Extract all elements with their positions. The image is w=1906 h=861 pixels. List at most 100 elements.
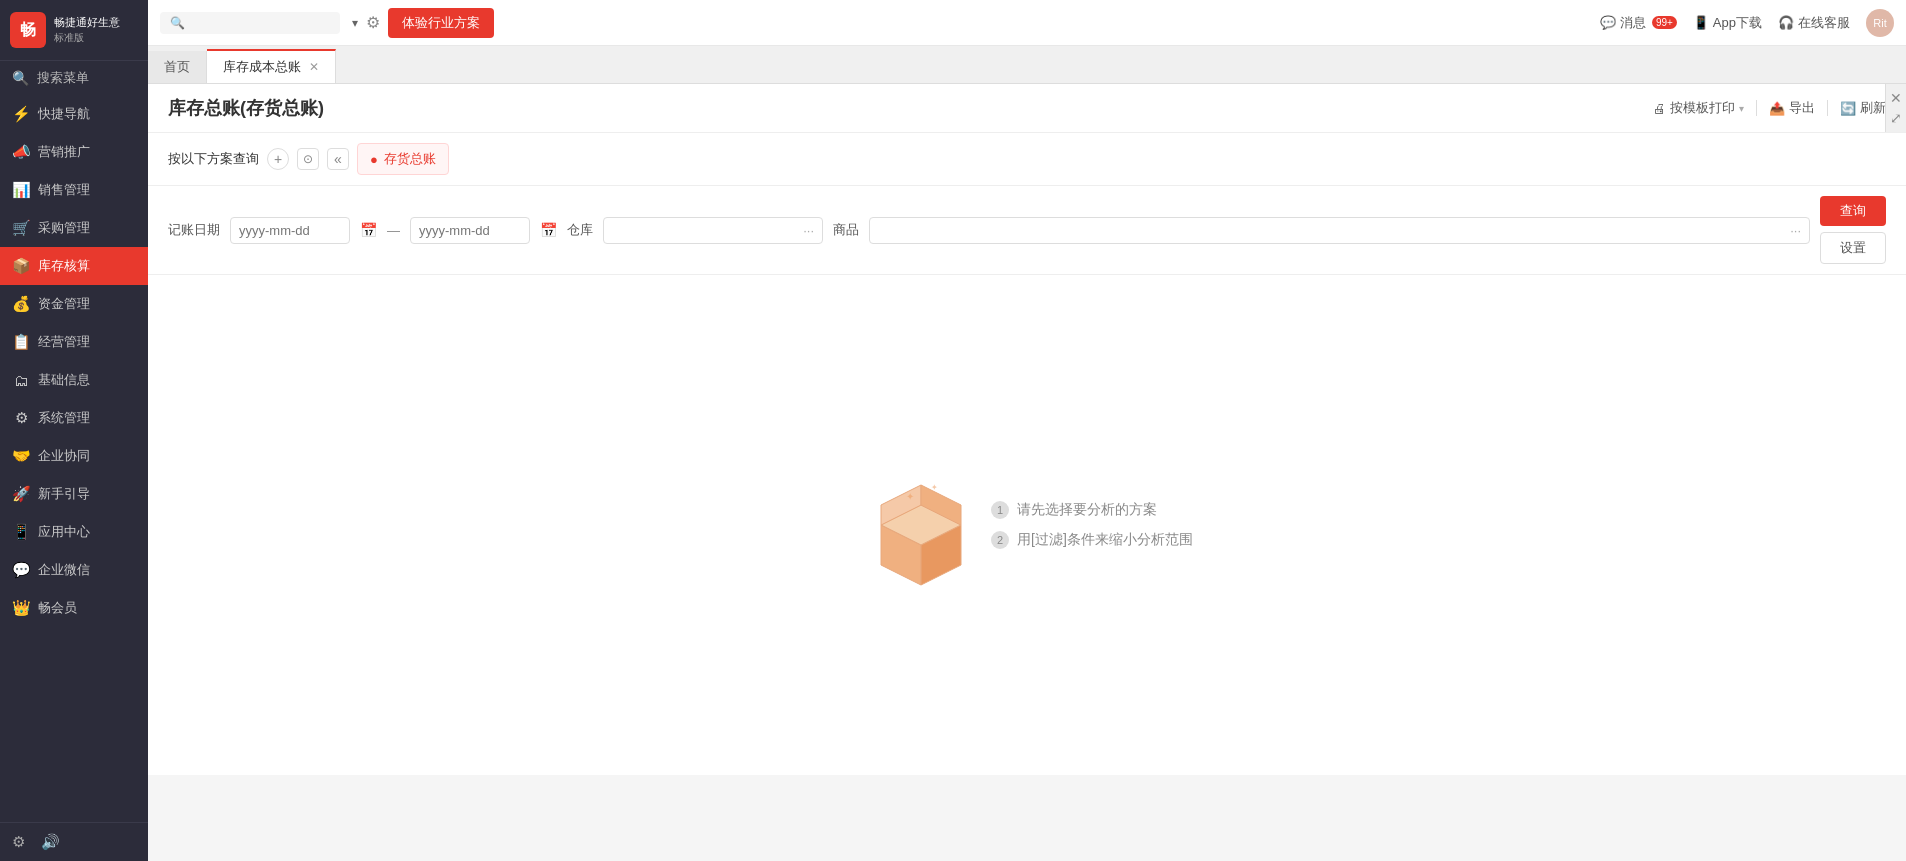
sidebar-item-system[interactable]: ⚙ 系统管理 bbox=[0, 399, 148, 437]
search-fields-row: 记账日期 📅 — 📅 仓库 ··· 商品 ··· 查询 设置 bbox=[148, 186, 1906, 275]
sidebar-item-label: 系统管理 bbox=[38, 409, 90, 427]
sidebar-item-label: 企业微信 bbox=[38, 561, 90, 579]
filter-add-button[interactable]: + bbox=[267, 148, 289, 170]
message-icon: 💬 bbox=[1600, 15, 1616, 30]
sidebar-search[interactable]: 🔍 搜索菜单 bbox=[0, 61, 148, 95]
warehouse-label: 仓库 bbox=[567, 221, 593, 239]
export-button[interactable]: 📤 导出 bbox=[1769, 99, 1815, 117]
sidebar-item-label: 资金管理 bbox=[38, 295, 90, 313]
search-icon: 🔍 bbox=[12, 70, 29, 86]
print-dropdown-icon[interactable]: ▾ bbox=[1739, 103, 1744, 114]
sidebar-item-quick-nav[interactable]: ⚡ 快捷导航 bbox=[0, 95, 148, 133]
hint-num-2: 2 bbox=[991, 531, 1009, 549]
topbar-online-service[interactable]: 🎧 在线客服 bbox=[1778, 14, 1850, 32]
topbar-dropdown-icon[interactable]: ▾ bbox=[352, 16, 358, 30]
sidebar: 畅 畅捷通好生意 标准版 🔍 搜索菜单 ⚡ 快捷导航 📣 营销推广 📊 销售管理… bbox=[0, 0, 148, 861]
search-fields-actions: 查询 设置 bbox=[1820, 196, 1886, 264]
calendar-end-icon[interactable]: 📅 bbox=[540, 222, 557, 238]
empty-state-inner: ✦ ✦ 1 请先选择要分析的方案 bbox=[861, 475, 1193, 575]
app-icon: 📱 bbox=[1693, 15, 1709, 30]
tab-inventory-cost[interactable]: 库存成本总账 ✕ bbox=[207, 49, 336, 83]
filter-collapse-button[interactable]: « bbox=[327, 148, 349, 170]
search-button[interactable]: 查询 bbox=[1820, 196, 1886, 226]
product-select[interactable]: ··· bbox=[869, 217, 1810, 244]
topbar-gear-icon[interactable]: ⚙ bbox=[366, 13, 380, 32]
warehouse-more-icon[interactable]: ··· bbox=[803, 223, 814, 238]
service-icon: 🎧 bbox=[1778, 15, 1794, 30]
sidebar-item-purchase[interactable]: 🛒 采购管理 bbox=[0, 209, 148, 247]
calendar-start-icon[interactable]: 📅 bbox=[360, 222, 377, 238]
page-header: 库存总账(存货总账) 🖨 按模板打印 ▾ 📤 导出 🔄 bbox=[148, 84, 1906, 133]
wechat-icon: 💬 bbox=[12, 561, 30, 579]
sidebar-item-basic[interactable]: 🗂 基础信息 bbox=[0, 361, 148, 399]
panel-close-bar[interactable]: ✕ ⤢ bbox=[1885, 84, 1906, 132]
sidebar-item-label: 企业协同 bbox=[38, 447, 90, 465]
date-end-input[interactable] bbox=[410, 217, 530, 244]
warehouse-select[interactable]: ··· bbox=[603, 217, 823, 244]
sidebar-item-label: 销售管理 bbox=[38, 181, 90, 199]
tab-home[interactable]: 首页 bbox=[148, 51, 207, 83]
settings-bottom-icon[interactable]: ⚙ bbox=[12, 833, 25, 851]
sidebar-item-apps[interactable]: 📱 应用中心 bbox=[0, 513, 148, 551]
topbar-right: 💬 消息 99+ 📱 App下载 🎧 在线客服 Rit bbox=[1600, 9, 1894, 37]
refresh-label: 刷新 bbox=[1860, 99, 1886, 117]
print-button[interactable]: 🖨 按模板打印 ▾ bbox=[1653, 99, 1744, 117]
messages-label: 消息 bbox=[1620, 14, 1646, 32]
sidebar-item-member[interactable]: 👑 畅会员 bbox=[0, 589, 148, 627]
speaker-icon[interactable]: 🔊 bbox=[41, 833, 60, 851]
empty-hints: 1 请先选择要分析的方案 2 用[过滤]条件来缩小分析范围 bbox=[991, 501, 1193, 549]
export-icon: 📤 bbox=[1769, 101, 1785, 116]
date-separator: — bbox=[387, 223, 400, 238]
scheme-item[interactable]: ● 存货总账 bbox=[357, 143, 449, 175]
topbar: 🔍 ▾ ⚙ 体验行业方案 💬 消息 99+ 📱 App下载 🎧 在线客服 Rit bbox=[148, 0, 1906, 46]
finance-icon: 💰 bbox=[12, 295, 30, 313]
trial-btn[interactable]: 体验行业方案 bbox=[388, 8, 494, 38]
quick-nav-icon: ⚡ bbox=[12, 105, 30, 123]
sidebar-bottom: ⚙ 🔊 bbox=[0, 822, 148, 861]
sidebar-item-label: 营销推广 bbox=[38, 143, 90, 161]
sidebar-item-label: 采购管理 bbox=[38, 219, 90, 237]
sidebar-item-cooperation[interactable]: 🤝 企业协同 bbox=[0, 437, 148, 475]
product-more-icon[interactable]: ··· bbox=[1790, 223, 1801, 238]
sidebar-item-inventory[interactable]: 📦 库存核算 bbox=[0, 247, 148, 285]
refresh-icon: 🔄 bbox=[1840, 101, 1856, 116]
hint-text-2: 用[过滤]条件来缩小分析范围 bbox=[1017, 531, 1193, 549]
date-start-input[interactable] bbox=[230, 217, 350, 244]
settings-button[interactable]: 设置 bbox=[1820, 232, 1886, 264]
logo-icon: 畅 bbox=[10, 12, 46, 48]
sidebar-item-sales[interactable]: 📊 销售管理 bbox=[0, 171, 148, 209]
sidebar-item-label: 经营管理 bbox=[38, 333, 90, 351]
empty-state: ✦ ✦ 1 请先选择要分析的方案 bbox=[148, 275, 1906, 775]
filter-label: 按以下方案查询 bbox=[168, 150, 259, 168]
empty-box-illustration: ✦ ✦ bbox=[861, 475, 961, 575]
tab-close-icon[interactable]: ✕ bbox=[309, 60, 319, 74]
topbar-app-download[interactable]: 📱 App下载 bbox=[1693, 14, 1762, 32]
sidebar-item-finance[interactable]: 💰 资金管理 bbox=[0, 285, 148, 323]
hint-text-1: 请先选择要分析的方案 bbox=[1017, 501, 1157, 519]
export-label: 导出 bbox=[1789, 99, 1815, 117]
member-icon: 👑 bbox=[12, 599, 30, 617]
topbar-user[interactable]: Rit bbox=[1866, 9, 1894, 37]
refresh-button[interactable]: 🔄 刷新 bbox=[1840, 99, 1886, 117]
divider-2 bbox=[1827, 100, 1828, 116]
sidebar-item-label: 应用中心 bbox=[38, 523, 90, 541]
logo-text-block: 畅捷通好生意 标准版 bbox=[54, 15, 120, 44]
filter-row: 按以下方案查询 + ⊙ « ● 存货总账 bbox=[148, 133, 1906, 186]
empty-hint-2: 2 用[过滤]条件来缩小分析范围 bbox=[991, 531, 1193, 549]
empty-hint-1: 1 请先选择要分析的方案 bbox=[991, 501, 1193, 519]
close-panel-icon[interactable]: ✕ bbox=[1890, 90, 1902, 106]
app-logo: 畅 畅捷通好生意 标准版 bbox=[0, 0, 148, 61]
topbar-messages[interactable]: 💬 消息 99+ bbox=[1600, 14, 1677, 32]
page-panel: 库存总账(存货总账) 🖨 按模板打印 ▾ 📤 导出 🔄 bbox=[148, 84, 1906, 775]
sidebar-item-marketing[interactable]: 📣 营销推广 bbox=[0, 133, 148, 171]
sidebar-item-wechat[interactable]: 💬 企业微信 bbox=[0, 551, 148, 589]
divider-1 bbox=[1756, 100, 1757, 116]
filter-scheme-button[interactable]: ⊙ bbox=[297, 148, 319, 170]
sidebar-item-guide[interactable]: 🚀 新手引导 bbox=[0, 475, 148, 513]
topbar-search-area[interactable]: 🔍 bbox=[160, 12, 340, 34]
expand-panel-icon[interactable]: ⤢ bbox=[1890, 110, 1902, 126]
cooperation-icon: 🤝 bbox=[12, 447, 30, 465]
sidebar-item-business[interactable]: 📋 经营管理 bbox=[0, 323, 148, 361]
tab-inventory-cost-label: 库存成本总账 bbox=[223, 58, 301, 76]
hint-num-1: 1 bbox=[991, 501, 1009, 519]
